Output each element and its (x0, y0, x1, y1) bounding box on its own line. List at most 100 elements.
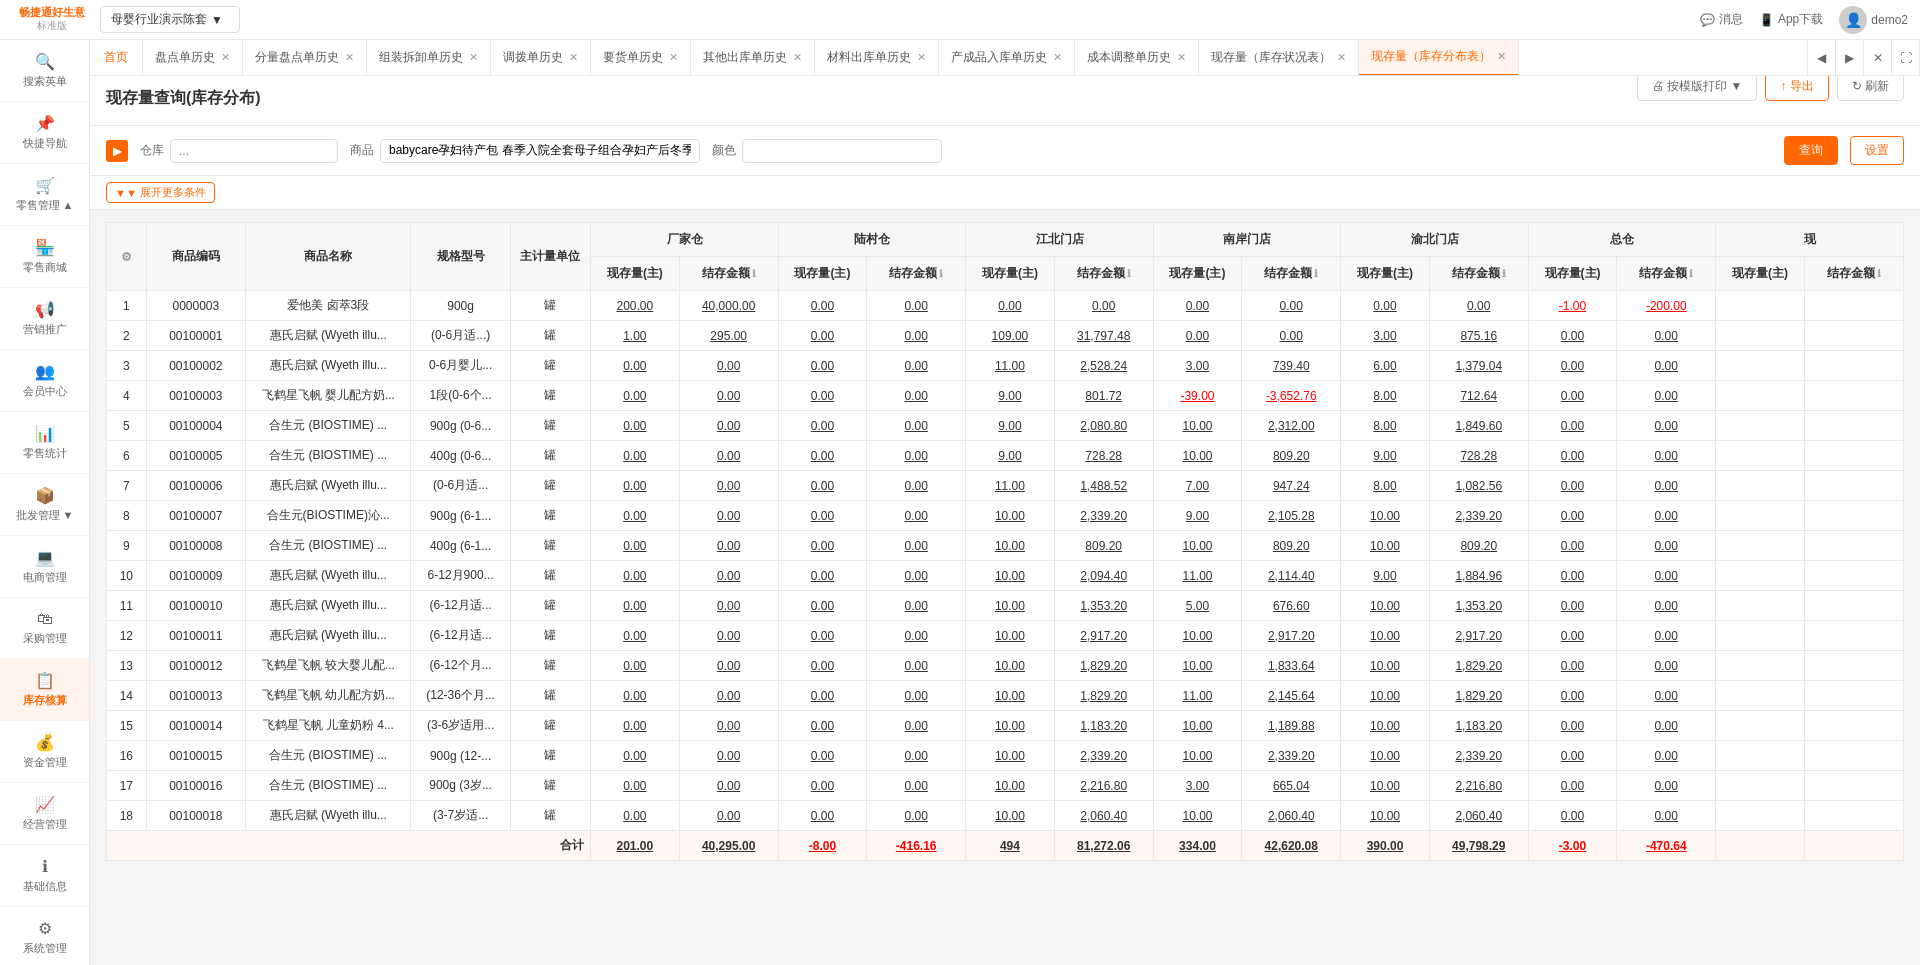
row-zc-amt[interactable]: 0.00 (1617, 621, 1716, 651)
row-na-amt[interactable]: 2,060.40 (1242, 801, 1341, 831)
row-jb-amt[interactable]: 728.28 (1054, 441, 1153, 471)
row-na-amt[interactable]: 947.24 (1242, 471, 1341, 501)
row-jb-stock[interactable]: 10.00 (966, 741, 1054, 771)
row-cj-amt[interactable]: 0.00 (679, 351, 778, 381)
row-cj-amt[interactable]: 0.00 (679, 591, 778, 621)
row-jb-amt[interactable]: 2,094.40 (1054, 561, 1153, 591)
row-jb-amt[interactable]: 1,829.20 (1054, 681, 1153, 711)
row-na-stock[interactable]: 7.00 (1153, 471, 1241, 501)
total-cj-amt[interactable]: 40,295.00 (679, 831, 778, 861)
row-na-amt[interactable]: 809.20 (1242, 531, 1341, 561)
total-jb-amt[interactable]: 81,272.06 (1054, 831, 1153, 861)
row-zc-amt[interactable]: 0.00 (1617, 351, 1716, 381)
row-lc-stock[interactable]: 0.00 (778, 621, 866, 651)
info-icon-jb[interactable]: ℹ (1127, 268, 1131, 279)
sidebar-item-operations[interactable]: 📈 经营管理 (0, 783, 89, 845)
total-yb-stock[interactable]: 390.00 (1341, 831, 1429, 861)
row-yb-stock[interactable]: 8.00 (1341, 471, 1429, 501)
row-zc-stock[interactable]: 0.00 (1528, 621, 1616, 651)
row-jb-stock[interactable]: 10.00 (966, 501, 1054, 531)
row-lc-amt[interactable]: 0.00 (867, 531, 966, 561)
row-yb-stock[interactable]: 10.00 (1341, 681, 1429, 711)
row-lc-amt[interactable]: 0.00 (867, 711, 966, 741)
row-zc-amt[interactable]: 0.00 (1617, 411, 1716, 441)
row-yb-stock[interactable]: 6.00 (1341, 351, 1429, 381)
row-cj-stock[interactable]: 0.00 (591, 501, 679, 531)
total-zc-stock[interactable]: -3.00 (1528, 831, 1616, 861)
row-na-amt[interactable]: 739.40 (1242, 351, 1341, 381)
row-lc-stock[interactable]: 0.00 (778, 291, 866, 321)
info-icon-cj[interactable]: ℹ (752, 268, 756, 279)
row-jb-stock[interactable]: 10.00 (966, 531, 1054, 561)
row-jb-stock[interactable]: 10.00 (966, 771, 1054, 801)
row-jb-stock[interactable]: 11.00 (966, 351, 1054, 381)
tab-close-stock-status[interactable]: ✕ (1337, 51, 1346, 64)
total-jb-stock[interactable]: 494 (966, 831, 1054, 861)
row-zc-stock[interactable]: 0.00 (1528, 711, 1616, 741)
row-jb-amt[interactable]: 1,353.20 (1054, 591, 1153, 621)
tab-close-cost-adj[interactable]: ✕ (1177, 51, 1186, 64)
row-cj-stock[interactable]: 0.00 (591, 771, 679, 801)
row-yb-amt[interactable]: 2,917.20 (1429, 621, 1528, 651)
tab-stock-dist[interactable]: 现存量（库存分布表）✕ (1359, 40, 1519, 76)
tab-spot1[interactable]: 盘点单历史✕ (143, 40, 243, 76)
row-zc-stock[interactable]: 0.00 (1528, 591, 1616, 621)
row-cj-stock[interactable]: 0.00 (591, 681, 679, 711)
row-yb-amt[interactable]: 1,884.96 (1429, 561, 1528, 591)
row-yb-stock[interactable]: 10.00 (1341, 741, 1429, 771)
row-jb-amt[interactable]: 2,917.20 (1054, 621, 1153, 651)
row-cj-stock[interactable]: 0.00 (591, 591, 679, 621)
color-input[interactable] (742, 139, 942, 163)
sidebar-item-ecommerce[interactable]: 💻 电商管理 (0, 536, 89, 598)
row-zc-stock[interactable]: 0.00 (1528, 741, 1616, 771)
tab-home[interactable]: 首页 (90, 40, 143, 75)
row-zc-stock[interactable]: 0.00 (1528, 651, 1616, 681)
query-btn[interactable]: 查询 (1784, 136, 1838, 165)
sidebar-item-inventory[interactable]: 📋 库存核算 (0, 659, 89, 721)
sidebar-item-finance[interactable]: 💰 资金管理 (0, 721, 89, 783)
row-cj-amt[interactable]: 0.00 (679, 711, 778, 741)
row-lc-stock[interactable]: 0.00 (778, 411, 866, 441)
total-cj-stock[interactable]: 201.00 (591, 831, 679, 861)
row-na-stock[interactable]: 10.00 (1153, 441, 1241, 471)
tab-close-spot2[interactable]: ✕ (345, 51, 354, 64)
row-lc-amt[interactable]: 0.00 (867, 381, 966, 411)
row-cj-amt[interactable]: 0.00 (679, 411, 778, 441)
row-na-amt[interactable]: 2,339.20 (1242, 741, 1341, 771)
row-zc-amt[interactable]: 0.00 (1617, 771, 1716, 801)
row-lc-amt[interactable]: 0.00 (867, 651, 966, 681)
row-zc-amt[interactable]: 0.00 (1617, 741, 1716, 771)
sidebar-item-nav[interactable]: 📌 快捷导航 (0, 102, 89, 164)
total-zc-amt[interactable]: -470.64 (1617, 831, 1716, 861)
row-jb-stock[interactable]: 11.00 (966, 471, 1054, 501)
row-lc-amt[interactable]: 0.00 (867, 561, 966, 591)
row-na-stock[interactable]: 10.00 (1153, 411, 1241, 441)
row-jb-stock[interactable]: 10.00 (966, 591, 1054, 621)
row-zc-amt[interactable]: 0.00 (1617, 501, 1716, 531)
tab-spot2[interactable]: 分量盘点单历史✕ (243, 40, 367, 76)
total-na-amt[interactable]: 42,620.08 (1242, 831, 1341, 861)
export-btn[interactable]: ↑ 导出 (1765, 76, 1828, 101)
info-icon-curr[interactable]: ℹ (1877, 268, 1881, 279)
row-na-stock[interactable]: 10.00 (1153, 711, 1241, 741)
row-lc-stock[interactable]: 0.00 (778, 561, 866, 591)
row-na-stock[interactable]: 3.00 (1153, 351, 1241, 381)
row-lc-amt[interactable]: 0.00 (867, 351, 966, 381)
row-zc-stock[interactable]: 0.00 (1528, 441, 1616, 471)
tab-close-all-btn[interactable]: ✕ (1864, 40, 1892, 76)
tab-material-out[interactable]: 材料出库单历史✕ (815, 40, 939, 76)
row-lc-stock[interactable]: 0.00 (778, 441, 866, 471)
row-zc-amt[interactable]: 0.00 (1617, 591, 1716, 621)
tab-close-stock-dist[interactable]: ✕ (1497, 50, 1506, 63)
row-cj-amt[interactable]: 0.00 (679, 381, 778, 411)
row-lc-stock[interactable]: 0.00 (778, 801, 866, 831)
info-icon-zc[interactable]: ℹ (1689, 268, 1693, 279)
row-cj-stock[interactable]: 0.00 (591, 351, 679, 381)
sidebar-item-retail[interactable]: 🛒 零售管理 ▲ (0, 164, 89, 226)
row-na-stock[interactable]: 5.00 (1153, 591, 1241, 621)
sidebar-item-wholesale[interactable]: 📦 批发管理 ▼ (0, 474, 89, 536)
row-yb-amt[interactable]: 2,060.40 (1429, 801, 1528, 831)
row-zc-amt[interactable]: 0.00 (1617, 531, 1716, 561)
row-lc-stock[interactable]: 0.00 (778, 351, 866, 381)
row-yb-stock[interactable]: 9.00 (1341, 561, 1429, 591)
